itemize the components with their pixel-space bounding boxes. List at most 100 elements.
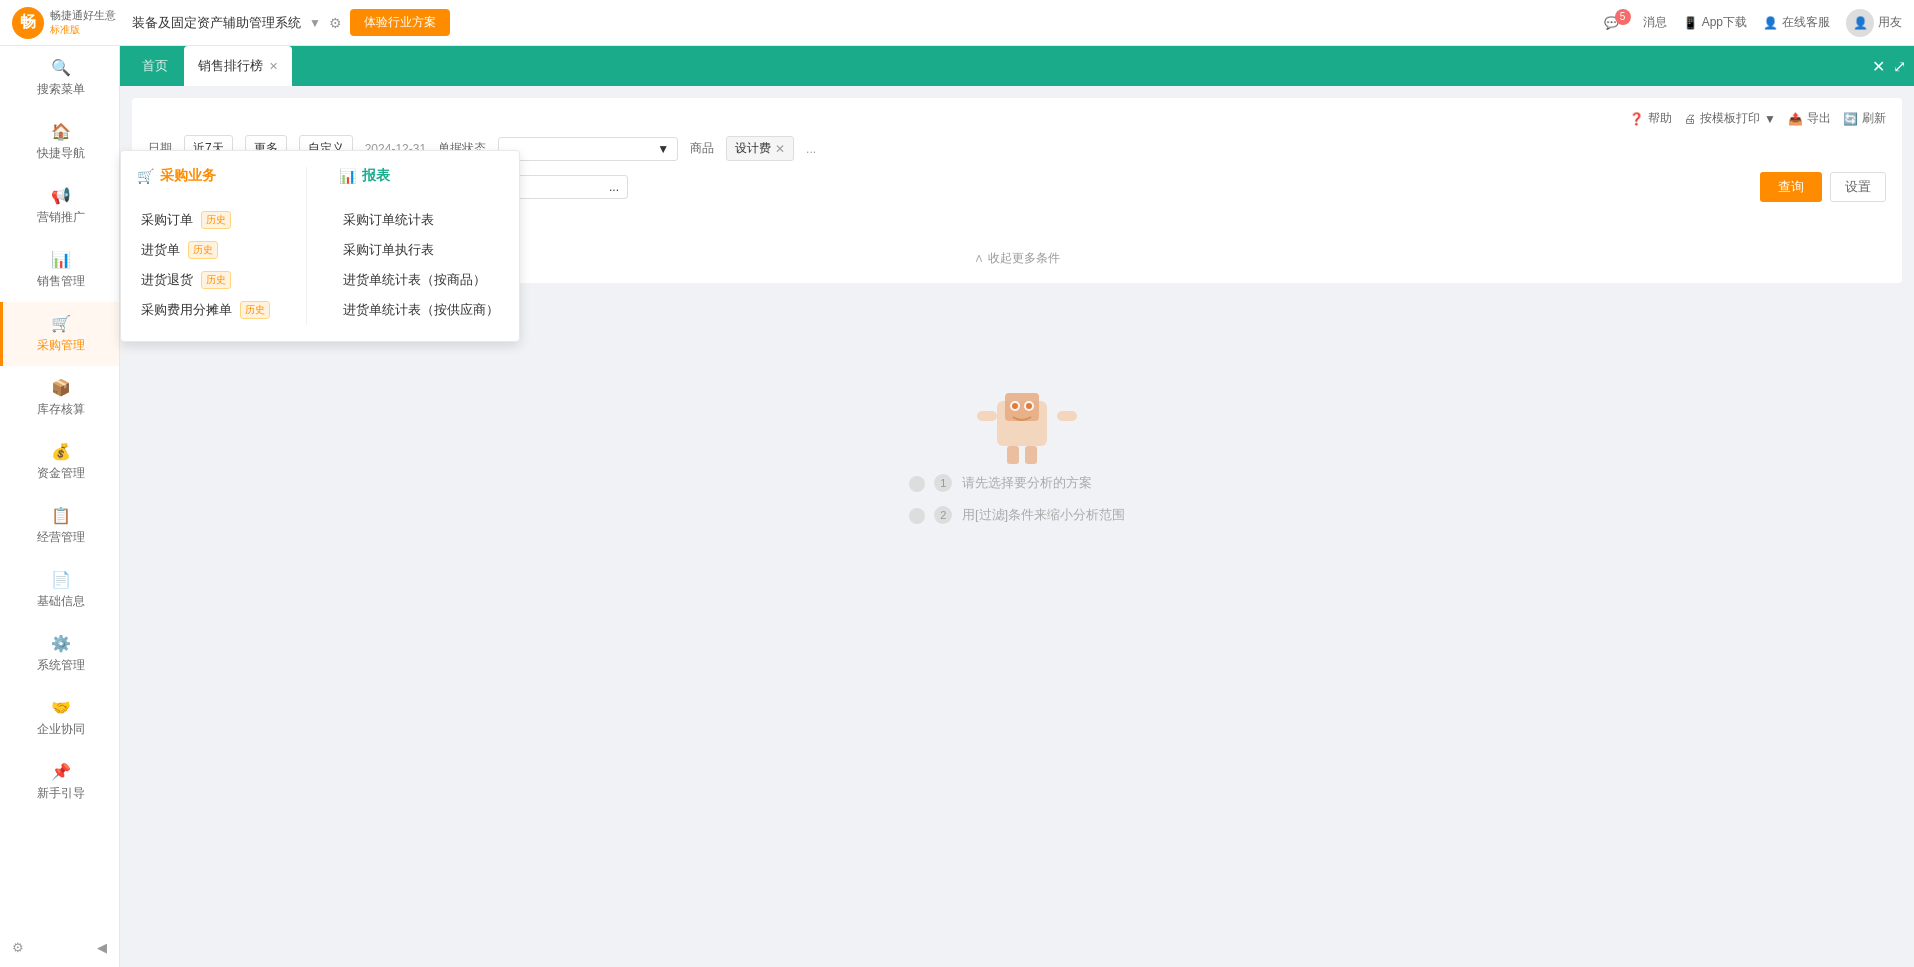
history-tag-expense: 历史 — [240, 301, 270, 319]
query-btn[interactable]: 查询 — [1760, 172, 1822, 202]
logo: 畅 畅捷通好生意 标准版 — [12, 7, 132, 39]
user-item[interactable]: 👤 用友 — [1846, 9, 1902, 37]
sidebar-item-purchase[interactable]: 🛒 采购管理 — [0, 302, 119, 366]
tab-sales-ranking-label: 销售排行榜 — [198, 57, 263, 75]
sidebar-item-enterprise[interactable]: 🤝 企业协同 — [0, 686, 119, 750]
staff-select-arrow: ... — [609, 180, 619, 194]
inventory-icon: 📦 — [51, 378, 71, 397]
dropdown-item-expense[interactable]: 采购费用分摊单 历史 — [137, 295, 274, 325]
system-gear-icon[interactable]: ⚙ — [329, 15, 342, 31]
history-tag-incoming: 历史 — [188, 241, 218, 259]
dropdown-reports-section: 📊 报表 采购订单统计表 采购订单执行表 进货单统计表（按商品） 进货单统计表（… — [339, 167, 503, 325]
tab-expand-icon[interactable]: ⤢ — [1893, 57, 1906, 76]
sidebar-label-system: 系统管理 — [37, 657, 85, 674]
goods-more[interactable]: ... — [806, 142, 816, 156]
sidebar-label-quick: 快捷导航 — [37, 145, 85, 162]
export-icon: 📤 — [1788, 112, 1803, 126]
tab-bar-actions: ✕ ⤢ — [1872, 57, 1906, 76]
svg-point-5 — [1026, 403, 1032, 409]
history-tag-return: 历史 — [201, 271, 231, 289]
help-btn[interactable]: ❓ 帮助 — [1629, 110, 1672, 127]
collapse-sidebar-icon[interactable]: ◀ — [97, 940, 107, 955]
dropdown-item-purchase-exec[interactable]: 采购订单执行表 — [339, 235, 503, 265]
dropdown-item-return[interactable]: 进货退货 历史 — [137, 265, 274, 295]
settings-btn[interactable]: 设置 — [1830, 172, 1886, 202]
help-icon: ❓ — [1629, 112, 1644, 126]
dropdown-item-incoming-stat-goods[interactable]: 进货单统计表（按商品） — [339, 265, 503, 295]
industry-btn[interactable]: 体验行业方案 — [350, 9, 450, 36]
dropdown-item-label-purchase-stat: 采购订单统计表 — [343, 211, 434, 229]
sidebar-item-sales[interactable]: 📊 销售管理 — [0, 238, 119, 302]
online-service-item[interactable]: 👤 在线客服 — [1763, 14, 1830, 31]
goods-tag-remove[interactable]: ✕ — [775, 142, 785, 156]
dropdown-purchase-section: 🛒 采购业务 采购订单 历史 进货单 历史 进货退货 历史 采购费用分摊单 历史 — [137, 167, 274, 325]
sidebar: 🔍 搜索菜单 🏠 快捷导航 📢 营销推广 📊 销售管理 🛒 采购管理 📦 库存核… — [0, 46, 120, 967]
svg-rect-6 — [977, 411, 997, 421]
tab-home[interactable]: 首页 — [128, 46, 182, 86]
app-label: App下载 — [1702, 14, 1747, 31]
goods-label: 商品 — [690, 140, 714, 157]
history-tag-purchase-order: 历史 — [201, 211, 231, 229]
enterprise-icon: 🤝 — [51, 698, 71, 717]
tab-close-icon[interactable]: ✕ — [269, 60, 278, 73]
settings-bottom-icon[interactable]: ⚙ — [12, 940, 24, 955]
operations-icon: 📋 — [51, 506, 71, 525]
print-label: 按模板打印 — [1700, 110, 1760, 127]
sidebar-label-capital: 资金管理 — [37, 465, 85, 482]
dropdown-reports-header: 📊 报表 — [339, 167, 503, 193]
sidebar-label-inventory: 库存核算 — [37, 401, 85, 418]
system-info: 装备及固定资产辅助管理系统 ▼ ⚙ 体验行业方案 — [132, 9, 1604, 36]
export-label: 导出 — [1807, 110, 1831, 127]
sidebar-item-newguide[interactable]: 📌 新手引导 — [0, 750, 119, 814]
sidebar-item-marketing[interactable]: 📢 营销推广 — [0, 174, 119, 238]
sidebar-item-operations[interactable]: 📋 经营管理 — [0, 494, 119, 558]
logo-icon: 畅 — [12, 7, 44, 39]
dropdown-item-label-expense: 采购费用分摊单 — [141, 301, 232, 319]
newguide-icon: 📌 — [51, 762, 71, 781]
sidebar-item-basic[interactable]: 📄 基础信息 — [0, 558, 119, 622]
dropdown-item-purchase-order[interactable]: 采购订单 历史 — [137, 205, 274, 235]
message-item[interactable]: 💬 5 消息 — [1604, 14, 1667, 31]
svg-rect-9 — [1025, 446, 1037, 464]
sidebar-item-system[interactable]: ⚙️ 系统管理 — [0, 622, 119, 686]
refresh-icon: 🔄 — [1843, 112, 1858, 126]
system-name: 装备及固定资产辅助管理系统 — [132, 14, 301, 32]
print-btn[interactable]: 🖨 按模板打印 ▼ — [1684, 110, 1776, 127]
empty-svg — [967, 371, 1087, 471]
tab-sales-ranking[interactable]: 销售排行榜 ✕ — [184, 46, 292, 86]
goods-tag-design: 设计费 ✕ — [726, 136, 794, 161]
app-download-item[interactable]: 📱 App下载 — [1683, 14, 1747, 31]
marketing-icon: 📢 — [51, 186, 71, 205]
system-dropdown-arrow[interactable]: ▼ — [309, 16, 321, 30]
refresh-btn[interactable]: 🔄 刷新 — [1843, 110, 1886, 127]
svg-point-4 — [1012, 403, 1018, 409]
export-btn[interactable]: 📤 导出 — [1788, 110, 1831, 127]
empty-illustration — [967, 371, 1067, 451]
avatar: 👤 — [1846, 9, 1874, 37]
dropdown-purchase-header: 🛒 采购业务 — [137, 167, 274, 193]
tab-close-all-icon[interactable]: ✕ — [1872, 57, 1885, 76]
empty-hint-2: 2 用[过滤]条件来缩小分析范围 — [909, 503, 1125, 527]
dropdown-item-purchase-stat[interactable]: 采购订单统计表 — [339, 205, 503, 235]
sidebar-item-capital[interactable]: 💰 资金管理 — [0, 430, 119, 494]
sidebar-bottom: ⚙ ◀ — [0, 928, 119, 967]
top-bar-right: 💬 5 消息 📱 App下载 👤 在线客服 👤 用友 — [1604, 9, 1902, 37]
basic-icon: 📄 — [51, 570, 71, 589]
dropdown-purchase-title: 采购业务 — [160, 167, 216, 185]
dropdown-item-label-incoming-stat-supplier: 进货单统计表（按供应商） — [343, 301, 499, 319]
status-select[interactable]: ▼ — [498, 137, 678, 161]
sidebar-label-sales: 销售管理 — [37, 273, 85, 290]
dropdown-item-label-purchase-order: 采购订单 — [141, 211, 193, 229]
svg-rect-7 — [1057, 411, 1077, 421]
empty-hint-1: 1 请先选择要分析的方案 — [909, 471, 1125, 495]
message-badge: 5 — [1615, 9, 1631, 25]
sidebar-label-enterprise: 企业协同 — [37, 721, 85, 738]
sidebar-item-inventory[interactable]: 📦 库存核算 — [0, 366, 119, 430]
dropdown-item-label-incoming: 进货单 — [141, 241, 180, 259]
sidebar-item-quick[interactable]: 🏠 快捷导航 — [0, 110, 119, 174]
system-icon: ⚙️ — [51, 634, 71, 653]
logo-tag: 标准版 — [50, 23, 116, 37]
sidebar-item-search[interactable]: 🔍 搜索菜单 — [0, 46, 119, 110]
dropdown-item-incoming-stat-supplier[interactable]: 进货单统计表（按供应商） — [339, 295, 503, 325]
dropdown-item-incoming[interactable]: 进货单 历史 — [137, 235, 274, 265]
